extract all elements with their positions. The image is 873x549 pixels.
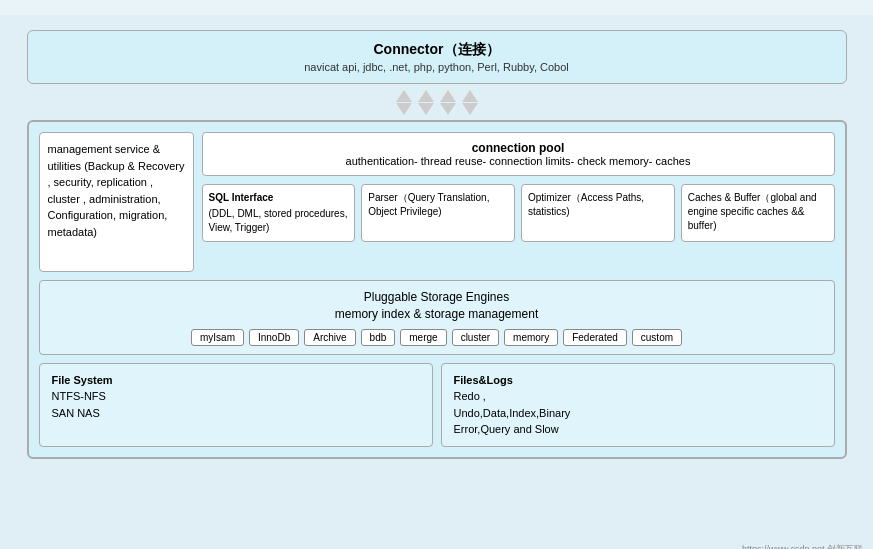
connection-pool-title: connection pool	[211, 141, 826, 155]
connector-title: Connector（连接）	[48, 41, 826, 59]
engine-tag: custom	[632, 329, 682, 346]
arrow-area	[395, 84, 479, 120]
filesystem-detail: NTFS-NFS SAN NAS	[52, 388, 420, 421]
server-box: management service & utilities (Backup &…	[27, 120, 847, 459]
arrow-4	[461, 87, 479, 117]
filesystem-title: File System	[52, 372, 420, 389]
storage-title: Pluggable Storage Engines memory index &…	[48, 289, 826, 323]
arrow-up-1	[396, 90, 412, 102]
management-box: management service & utilities (Backup &…	[39, 132, 194, 272]
engine-tag: Federated	[563, 329, 627, 346]
arrow-3	[439, 87, 457, 117]
sql-interface-title: SQL Interface	[209, 191, 349, 205]
arrow-1	[395, 87, 413, 117]
file-row: File System NTFS-NFS SAN NAS Files&Logs …	[39, 363, 835, 447]
engine-tag: merge	[400, 329, 446, 346]
arrow-down-4	[462, 103, 478, 115]
engine-tag: InnoDb	[249, 329, 299, 346]
right-panel: connection pool authentication- thread r…	[202, 132, 835, 272]
storage-subtitle-text: memory index & storage management	[335, 307, 538, 321]
connector-subtitle: navicat api, jdbc, .net, php, python, Pe…	[48, 61, 826, 73]
parser-box: Parser（Query Translation, Object Privile…	[361, 184, 515, 242]
sql-interface-box: SQL Interface (DDL, DML, stored procedur…	[202, 184, 356, 242]
arrow-up-2	[418, 90, 434, 102]
caches-text: Caches & Buffer（global and engine specif…	[688, 191, 828, 233]
parser-text: Parser（Query Translation, Object Privile…	[368, 191, 508, 219]
optimizer-text: Optimizer（Access Paths, statistics)	[528, 191, 668, 219]
watermark: https://www.csdn.net 创新互联	[742, 543, 863, 549]
four-boxes: SQL Interface (DDL, DML, stored procedur…	[202, 184, 835, 242]
caches-box: Caches & Buffer（global and engine specif…	[681, 184, 835, 242]
engine-tag: cluster	[452, 329, 499, 346]
top-row: management service & utilities (Backup &…	[39, 132, 835, 272]
arrow-down-2	[418, 103, 434, 115]
arrow-up-4	[462, 90, 478, 102]
engine-tag: memory	[504, 329, 558, 346]
arrow-up-3	[440, 90, 456, 102]
connector-box: Connector（连接） navicat api, jdbc, .net, p…	[27, 30, 847, 84]
sql-interface-detail: (DDL, DML, stored procedures, View, Trig…	[209, 207, 349, 235]
files-logs-box: Files&Logs Redo , Undo,Data,Index,Binary…	[441, 363, 835, 447]
arrow-2	[417, 87, 435, 117]
arrow-down-1	[396, 103, 412, 115]
engine-tags: myIsam InnoDb Archive bdbmerge cluster memory…	[48, 329, 826, 346]
files-logs-detail: Redo , Undo,Data,Index,Binary Error,Quer…	[454, 388, 822, 438]
files-logs-title: Files&Logs	[454, 372, 822, 389]
engine-tag: myIsam	[191, 329, 244, 346]
filesystem-box: File System NTFS-NFS SAN NAS	[39, 363, 433, 447]
arrow-down-3	[440, 103, 456, 115]
arrows	[395, 87, 479, 117]
engine-tag: bdb	[361, 329, 396, 346]
page-wrapper: Connector（连接） navicat api, jdbc, .net, p…	[0, 15, 873, 549]
connection-pool-box: connection pool authentication- thread r…	[202, 132, 835, 176]
storage-section: Pluggable Storage Engines memory index &…	[39, 280, 835, 355]
optimizer-box: Optimizer（Access Paths, statistics)	[521, 184, 675, 242]
engine-tag: Archive	[304, 329, 355, 346]
connection-pool-subtitle: authentication- thread reuse- connection…	[211, 155, 826, 167]
storage-title-text: Pluggable Storage Engines	[364, 290, 509, 304]
